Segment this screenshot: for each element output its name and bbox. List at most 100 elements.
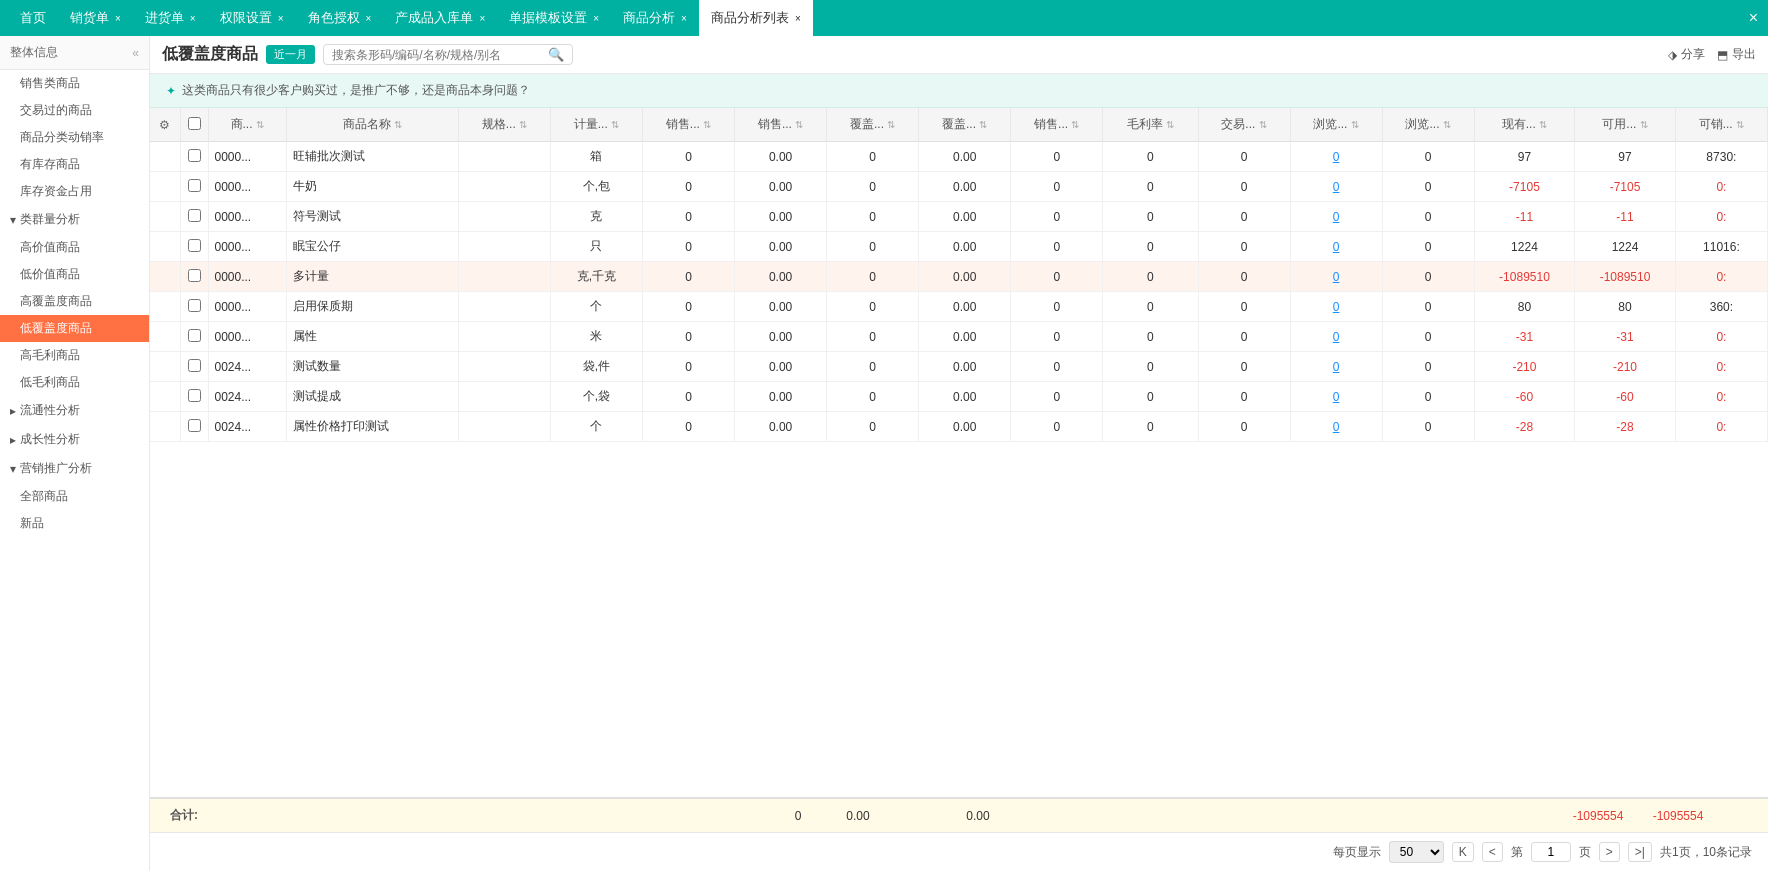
sidebar-item-stocked-goods[interactable]: 有库存商品 [0, 151, 149, 178]
nav-tab-role[interactable]: 角色授权 × [296, 0, 384, 36]
current-page-input[interactable] [1531, 842, 1571, 862]
close-window-button[interactable]: × [1749, 9, 1758, 27]
close-tab-product[interactable]: × [479, 13, 485, 24]
sidebar-item-all-goods[interactable]: 全部商品 [0, 483, 149, 510]
row-checkbox[interactable] [180, 412, 208, 442]
col-spec-header[interactable]: 规格... ⇅ [458, 108, 550, 142]
nav-tab-home[interactable]: 首页 [8, 0, 58, 36]
row-checkbox[interactable] [180, 232, 208, 262]
row-browse1[interactable]: 0 [1290, 142, 1382, 172]
col-coverage2-header[interactable]: 覆盖... ⇅ [919, 108, 1011, 142]
row-browse1[interactable]: 0 [1290, 352, 1382, 382]
row-checkbox[interactable] [180, 142, 208, 172]
row-browse1[interactable]: 0 [1290, 232, 1382, 262]
nav-tab-permission[interactable]: 权限设置 × [208, 0, 296, 36]
col-stock-available-header[interactable]: 可用... ⇅ [1575, 108, 1676, 142]
nav-tab-sales[interactable]: 销货单 × [58, 0, 133, 36]
row-browse1[interactable]: 0 [1290, 322, 1382, 352]
col-transaction-header[interactable]: 交易... ⇅ [1198, 108, 1290, 142]
sidebar-section-marketing[interactable]: ▾ 营销推广分析 [0, 454, 149, 483]
sidebar-item-category-rate[interactable]: 商品分类动销率 [0, 124, 149, 151]
nav-tab-analysis[interactable]: 商品分析 × [611, 0, 699, 36]
row-select-checkbox[interactable] [188, 359, 201, 372]
row-browse1[interactable]: 0 [1290, 292, 1382, 322]
row-checkbox[interactable] [180, 322, 208, 352]
sidebar-section-cluster[interactable]: ▾ 类群量分析 [0, 205, 149, 234]
nav-tab-analysis-list[interactable]: 商品分析列表 × [699, 0, 813, 36]
sidebar-item-high-coverage[interactable]: 高覆盖度商品 [0, 288, 149, 315]
sidebar-collapse-icon[interactable]: « [132, 46, 139, 60]
sidebar-item-high-value[interactable]: 高价值商品 [0, 234, 149, 261]
row-sales-amt: 0.00 [735, 322, 827, 352]
col-checkbox-header[interactable] [180, 108, 208, 142]
nav-tab-product[interactable]: 产成品入库单 × [383, 0, 497, 36]
col-stock-saleable-header[interactable]: 可销... ⇅ [1675, 108, 1767, 142]
col-sales-amt-header[interactable]: 销售... ⇅ [735, 108, 827, 142]
row-checkbox[interactable] [180, 382, 208, 412]
sidebar-section-growth[interactable]: ▸ 成长性分析 [0, 425, 149, 454]
row-select-checkbox[interactable] [188, 269, 201, 282]
sidebar-item-low-value[interactable]: 低价值商品 [0, 261, 149, 288]
row-checkbox[interactable] [180, 292, 208, 322]
sidebar-item-low-margin[interactable]: 低毛利商品 [0, 369, 149, 396]
first-page-button[interactable]: K [1452, 842, 1474, 862]
select-all-checkbox[interactable] [188, 117, 201, 130]
row-checkbox[interactable] [180, 202, 208, 232]
sidebar-item-traded-goods[interactable]: 交易过的商品 [0, 97, 149, 124]
close-tab-template[interactable]: × [593, 13, 599, 24]
col-sales-extra-header[interactable]: 销售... ⇅ [1011, 108, 1103, 142]
search-icon[interactable]: 🔍 [548, 47, 564, 62]
col-stock-current-header[interactable]: 现有... ⇅ [1474, 108, 1575, 142]
row-checkbox[interactable] [180, 352, 208, 382]
row-select-checkbox[interactable] [188, 389, 201, 402]
export-button[interactable]: ⬒ 导出 [1717, 46, 1756, 63]
nav-tab-purchase[interactable]: 进货单 × [133, 0, 208, 36]
nav-tab-template[interactable]: 单据模板设置 × [497, 0, 611, 36]
row-checkbox[interactable] [180, 172, 208, 202]
search-input[interactable] [332, 48, 544, 62]
col-settings-header[interactable]: ⚙ [150, 108, 180, 142]
col-browse2-header[interactable]: 浏览... ⇅ [1382, 108, 1474, 142]
row-select-checkbox[interactable] [188, 419, 201, 432]
col-name-header[interactable]: 商品名称 ⇅ [286, 108, 458, 142]
close-tab-purchase[interactable]: × [190, 13, 196, 24]
data-table: ⚙ 商... ⇅ 商品名称 ⇅ 规格... ⇅ 计量... ⇅ 销售... ⇅ … [150, 108, 1768, 442]
share-button[interactable]: ⬗ 分享 [1668, 46, 1705, 63]
last-page-button[interactable]: >| [1628, 842, 1652, 862]
row-select-checkbox[interactable] [188, 329, 201, 342]
row-select-checkbox[interactable] [188, 149, 201, 162]
col-code-header[interactable]: 商... ⇅ [208, 108, 286, 142]
row-select-checkbox[interactable] [188, 179, 201, 192]
row-browse1[interactable]: 0 [1290, 202, 1382, 232]
sidebar-item-stock-capital[interactable]: 库存资金占用 [0, 178, 149, 205]
row-checkbox[interactable] [180, 262, 208, 292]
row-unit: 个 [550, 292, 642, 322]
sidebar-item-sales-goods[interactable]: 销售类商品 [0, 70, 149, 97]
row-select-checkbox[interactable] [188, 239, 201, 252]
prev-page-button[interactable]: < [1482, 842, 1503, 862]
row-select-checkbox[interactable] [188, 209, 201, 222]
row-browse1[interactable]: 0 [1290, 412, 1382, 442]
col-gross-margin-header[interactable]: 毛利率 ⇅ [1103, 108, 1198, 142]
row-browse1[interactable]: 0 [1290, 172, 1382, 202]
sidebar-section-flow[interactable]: ▸ 流通性分析 [0, 396, 149, 425]
sidebar-item-low-coverage[interactable]: 低覆盖度商品 [0, 315, 149, 342]
col-coverage1-header[interactable]: 覆盖... ⇅ [827, 108, 919, 142]
row-browse1[interactable]: 0 [1290, 382, 1382, 412]
sidebar-item-high-margin[interactable]: 高毛利商品 [0, 342, 149, 369]
col-sales-qty-header[interactable]: 销售... ⇅ [643, 108, 735, 142]
close-tab-analysis[interactable]: × [681, 13, 687, 24]
close-tab-role[interactable]: × [366, 13, 372, 24]
col-browse1-header[interactable]: 浏览... ⇅ [1290, 108, 1382, 142]
next-page-button[interactable]: > [1599, 842, 1620, 862]
close-tab-sales[interactable]: × [115, 13, 121, 24]
row-coverage2: 0.00 [919, 382, 1011, 412]
row-select-checkbox[interactable] [188, 299, 201, 312]
period-button[interactable]: 近一月 [266, 45, 315, 64]
col-unit-header[interactable]: 计量... ⇅ [550, 108, 642, 142]
sidebar-item-new-goods[interactable]: 新品 [0, 510, 149, 537]
row-browse1[interactable]: 0 [1290, 262, 1382, 292]
close-tab-permission[interactable]: × [278, 13, 284, 24]
page-size-select[interactable]: 50 20 100 [1389, 841, 1444, 863]
close-tab-analysis-list[interactable]: × [795, 13, 801, 24]
